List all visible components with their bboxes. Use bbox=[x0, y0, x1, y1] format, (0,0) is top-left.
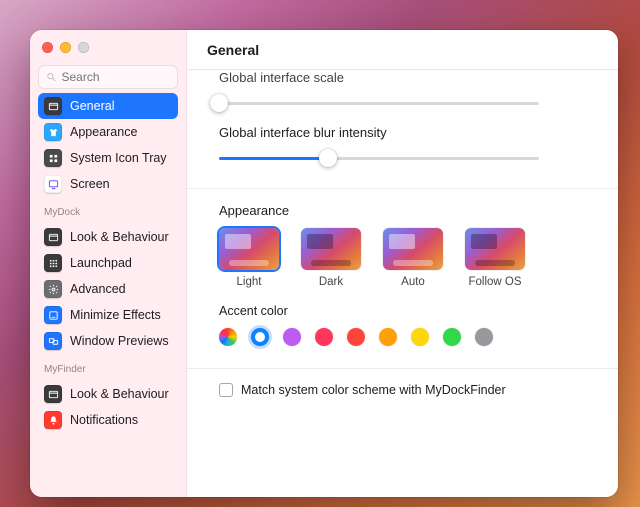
sidebar-item-general[interactable]: General bbox=[38, 93, 178, 119]
sidebar-item-label: Look & Behaviour bbox=[70, 230, 169, 244]
accent-swatch-purple[interactable] bbox=[283, 328, 301, 346]
section-header-myfinder: MyFinder bbox=[38, 358, 178, 377]
sidebar-item-screen[interactable]: Screen bbox=[38, 171, 178, 197]
appearance-option-dark[interactable]: Dark bbox=[301, 228, 361, 288]
slider-thumb[interactable] bbox=[319, 149, 337, 167]
window-icon bbox=[44, 97, 62, 115]
accent-swatch-yellow[interactable] bbox=[411, 328, 429, 346]
sidebar-item-minimize-effects[interactable]: Minimize Effects bbox=[38, 302, 178, 328]
accent-swatch-orange[interactable] bbox=[379, 328, 397, 346]
sidebar-item-label: System Icon Tray bbox=[70, 151, 167, 165]
launch-icon bbox=[44, 254, 62, 272]
sidebar-item-look-behaviour[interactable]: Look & Behaviour bbox=[38, 224, 178, 250]
accent-swatch-multicolor[interactable] bbox=[219, 328, 237, 346]
sidebar-item-label: Screen bbox=[70, 177, 110, 191]
sidebar-item-label: Launchpad bbox=[70, 256, 132, 270]
wallpaper-thumb bbox=[465, 228, 525, 270]
sidebar-item-label: Look & Behaviour bbox=[70, 387, 169, 401]
sidebar-item-look-behaviour[interactable]: Look & Behaviour bbox=[38, 381, 178, 407]
search-input-wrapper[interactable] bbox=[38, 65, 178, 89]
wallpaper-thumb bbox=[219, 228, 279, 270]
scale-label: Global interface scale bbox=[219, 70, 586, 85]
prev-icon bbox=[44, 332, 62, 350]
option-label: Auto bbox=[401, 276, 425, 288]
divider bbox=[187, 188, 618, 189]
scale-slider[interactable] bbox=[219, 95, 539, 111]
accent-swatch-graphite[interactable] bbox=[475, 328, 493, 346]
minimize-icon[interactable] bbox=[60, 42, 71, 53]
settings-window: GeneralAppearanceSystem Icon TrayScreen … bbox=[30, 30, 618, 497]
sidebar-item-system-icon-tray[interactable]: System Icon Tray bbox=[38, 145, 178, 171]
sidebar-item-notifications[interactable]: Notifications bbox=[38, 407, 178, 433]
sidebar-item-launchpad[interactable]: Launchpad bbox=[38, 250, 178, 276]
sidebar-item-label: Appearance bbox=[70, 125, 137, 139]
grid-icon bbox=[44, 149, 62, 167]
blur-label: Global interface blur intensity bbox=[219, 125, 586, 140]
sidebar-item-window-previews[interactable]: Window Previews bbox=[38, 328, 178, 354]
sidebar-item-label: Minimize Effects bbox=[70, 308, 161, 322]
match-scheme-row[interactable]: Match system color scheme with MyDockFin… bbox=[219, 383, 586, 397]
screen-icon bbox=[44, 175, 62, 193]
close-icon[interactable] bbox=[42, 42, 53, 53]
sidebar-item-appearance[interactable]: Appearance bbox=[38, 119, 178, 145]
min-icon bbox=[44, 306, 62, 324]
window-icon bbox=[44, 228, 62, 246]
window-controls bbox=[38, 40, 178, 61]
slider-thumb[interactable] bbox=[210, 94, 228, 112]
accent-color-swatches bbox=[219, 328, 586, 346]
accent-swatch-green[interactable] bbox=[443, 328, 461, 346]
sidebar-item-label: Notifications bbox=[70, 413, 138, 427]
appearance-option-light[interactable]: Light bbox=[219, 228, 279, 288]
zoom-icon[interactable] bbox=[78, 42, 89, 53]
accent-swatch-pink[interactable] bbox=[315, 328, 333, 346]
option-label: Dark bbox=[319, 276, 343, 288]
appearance-options: Light Dark Auto Follow OS bbox=[219, 228, 586, 288]
accent-swatch-red[interactable] bbox=[347, 328, 365, 346]
appearance-label: Appearance bbox=[219, 203, 586, 218]
shirt-icon bbox=[44, 123, 62, 141]
wallpaper-thumb bbox=[383, 228, 443, 270]
checkbox-label: Match system color scheme with MyDockFin… bbox=[241, 383, 506, 397]
page-title: General bbox=[187, 30, 618, 70]
divider bbox=[187, 368, 618, 369]
checkbox[interactable] bbox=[219, 383, 233, 397]
sidebar-item-advanced[interactable]: Advanced bbox=[38, 276, 178, 302]
wallpaper-thumb bbox=[301, 228, 361, 270]
sidebar-item-label: Advanced bbox=[70, 282, 126, 296]
bell-icon bbox=[44, 411, 62, 429]
search-input[interactable] bbox=[62, 70, 171, 84]
blur-slider[interactable] bbox=[219, 150, 539, 166]
window-icon bbox=[44, 385, 62, 403]
option-label: Follow OS bbox=[468, 276, 521, 288]
content-scroll[interactable]: Global interface scale Global interface … bbox=[187, 70, 618, 497]
appearance-option-auto[interactable]: Auto bbox=[383, 228, 443, 288]
option-label: Light bbox=[237, 276, 262, 288]
sidebar-item-label: Window Previews bbox=[70, 334, 169, 348]
search-icon bbox=[46, 71, 57, 83]
section-header-mydock: MyDock bbox=[38, 201, 178, 220]
appearance-option-follow-os[interactable]: Follow OS bbox=[465, 228, 525, 288]
accent-swatch-blue[interactable] bbox=[251, 328, 269, 346]
main-pane: General Global interface scale Global in… bbox=[187, 30, 618, 497]
sidebar: GeneralAppearanceSystem Icon TrayScreen … bbox=[30, 30, 187, 497]
sidebar-item-label: General bbox=[70, 99, 114, 113]
gear-icon bbox=[44, 280, 62, 298]
accent-label: Accent color bbox=[219, 304, 586, 318]
